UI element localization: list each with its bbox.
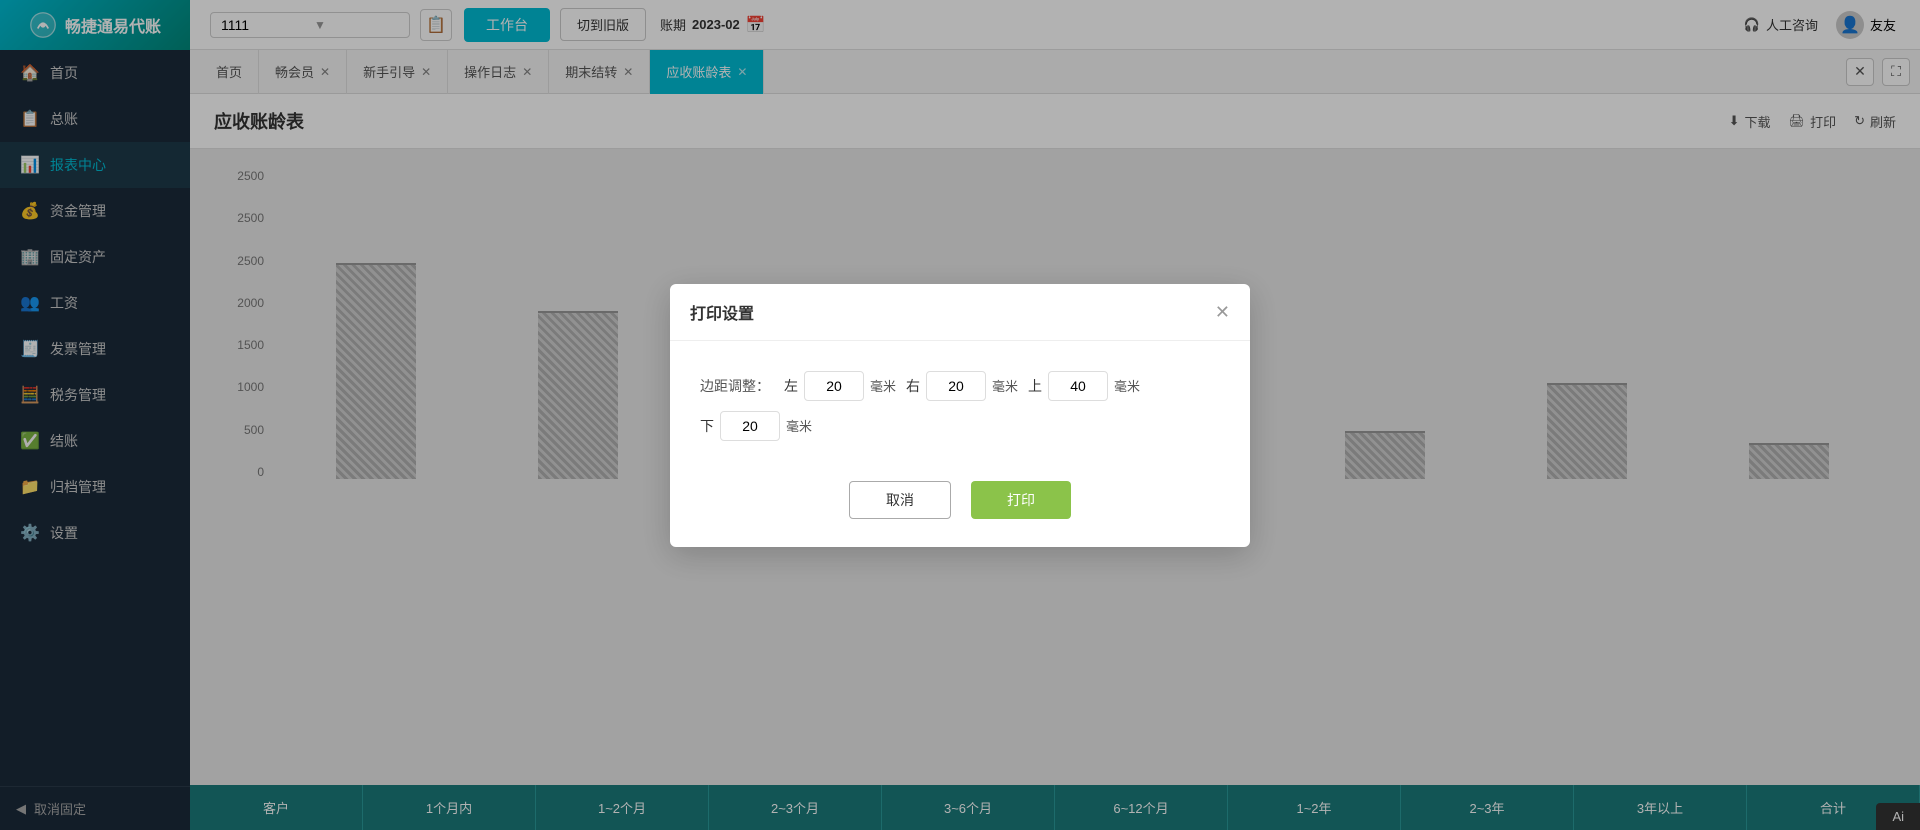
modal-overlay[interactable]: 打印设置 ✕ 边距调整： 左 毫米 右 毫米 上 毫米 (0, 0, 1920, 830)
cancel-button[interactable]: 取消 (849, 481, 951, 519)
bottom-margin-input[interactable] (720, 411, 780, 441)
bottom-unit: 毫米 (786, 416, 812, 435)
right-margin-input[interactable] (926, 371, 986, 401)
top-margin-group: 上 毫米 (1028, 371, 1140, 401)
dialog-body: 边距调整： 左 毫米 右 毫米 上 毫米 下 (670, 341, 1250, 461)
top-dir-label: 上 (1028, 376, 1042, 396)
top-unit: 毫米 (1114, 376, 1140, 395)
dialog-footer: 取消 打印 (670, 461, 1250, 547)
left-dir-label: 左 (784, 376, 798, 396)
margin-adjust-label: 边距调整： (700, 376, 770, 396)
margin-row: 边距调整： 左 毫米 右 毫米 上 毫米 下 (700, 371, 1220, 441)
right-dir-label: 右 (906, 376, 920, 396)
left-margin-input[interactable] (804, 371, 864, 401)
left-unit: 毫米 (870, 376, 896, 395)
confirm-print-button[interactable]: 打印 (971, 481, 1071, 519)
print-settings-dialog: 打印设置 ✕ 边距调整： 左 毫米 右 毫米 上 毫米 (670, 284, 1250, 547)
bottom-dir-label: 下 (700, 416, 714, 436)
dialog-header: 打印设置 ✕ (670, 284, 1250, 341)
top-margin-input[interactable] (1048, 371, 1108, 401)
bottom-margin-group: 下 毫米 (700, 411, 812, 441)
dialog-close-button[interactable]: ✕ (1215, 303, 1230, 321)
left-margin-group: 左 毫米 (784, 371, 896, 401)
dialog-title: 打印设置 (690, 300, 754, 324)
right-margin-group: 右 毫米 (906, 371, 1018, 401)
right-unit: 毫米 (992, 376, 1018, 395)
